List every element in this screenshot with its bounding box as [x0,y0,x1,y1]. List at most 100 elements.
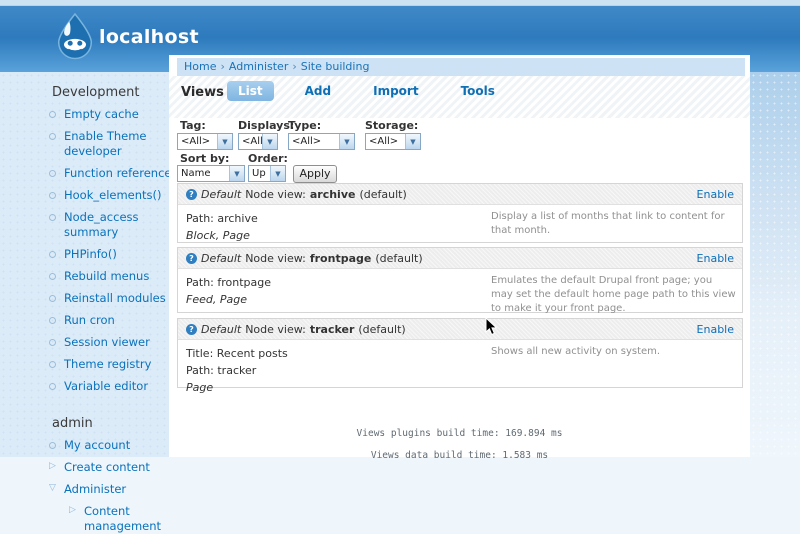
tab-import[interactable]: Import [362,81,429,101]
view-row-tracker: ? Default Node view: tracker (default) E… [177,318,743,394]
view-name: tracker [309,322,355,336]
list-item[interactable]: PHPinfo() [49,247,182,262]
view-name: frontpage [309,251,372,265]
sidebar-item-session-viewer[interactable]: Session viewer [64,335,150,349]
view-description: Shows all new activity on system. [491,346,661,357]
view-row-header: ? Default Node view: frontpage (default)… [178,248,742,269]
list-item[interactable]: Enable Theme developer [49,129,182,159]
circle-bullet-icon [49,192,56,199]
view-kind-label: Node view: [245,187,306,201]
circle-bullet-icon [49,251,56,258]
chevron-down-icon: ▼ [405,134,420,149]
order-value: Up [252,168,266,179]
view-kind-label: Node view: [245,251,306,265]
views-data-build-time: Views data build time: 1.583 ms [370,450,549,461]
type-filter-select[interactable]: <All> ▼ [288,133,355,150]
help-icon[interactable]: ? [186,188,197,200]
view-row-header: ? Default Node view: archive (default) E… [178,184,742,205]
tab-tools[interactable]: Tools [450,81,506,101]
sidebar-item-variable-editor[interactable]: Variable editor [64,379,148,393]
view-row-archive: ? Default Node view: archive (default) E… [177,183,743,243]
enable-link[interactable]: Enable [697,323,734,336]
list-item[interactable]: Function reference [49,166,182,181]
chevron-down-icon: ▼ [217,134,232,149]
sidebar: Development Empty cache Enable Theme dev… [0,72,171,533]
sidebar-item-run-cron[interactable]: Run cron [64,313,115,327]
sidebar-item-hook-elements[interactable]: Hook_elements() [64,188,162,202]
list-item[interactable]: Variable editor [49,379,182,394]
site-name: localhost [99,26,199,48]
circle-bullet-icon [49,170,56,177]
tag-filter-label: Tag: [180,119,206,132]
help-icon[interactable]: ? [186,323,197,335]
type-filter-label: Type: [288,119,322,132]
view-name: archive [309,187,356,201]
sidebar-item-my-account[interactable]: My account [64,438,130,452]
circle-bullet-icon [49,295,56,302]
view-type-label: Default [201,187,242,201]
list-item[interactable]: Empty cache [49,107,182,122]
list-item[interactable]: Node_access summary [49,210,182,240]
sidebar-item-phpinfo[interactable]: PHPinfo() [64,247,117,261]
sidebar-section-title-admin: admin [52,416,93,431]
storage-filter-select[interactable]: <All> ▼ [365,133,421,150]
circle-bullet-icon [49,339,56,346]
view-name-suffix: (default) [375,251,423,265]
list-item[interactable]: Hook_elements() [49,188,182,203]
list-item[interactable]: Run cron [49,313,182,328]
sidebar-item-function-reference[interactable]: Function reference [64,166,171,180]
breadcrumb-home[interactable]: Home [184,60,216,73]
enable-link[interactable]: Enable [697,188,734,201]
list-item[interactable]: Reinstall modules [49,291,182,306]
list-item[interactable]: ▷ Content management [69,504,172,534]
sort-by-label: Sort by: [180,152,230,165]
views-plugins-build-time: Views plugins build time: 169.894 ms [356,428,563,439]
sidebar-item-theme-registry[interactable]: Theme registry [64,357,151,371]
sidebar-item-reinstall-modules[interactable]: Reinstall modules [64,291,166,305]
list-item[interactable]: My account [49,438,182,453]
breadcrumb-site-building[interactable]: Site building [301,60,370,73]
list-item[interactable]: ▽ Administer ▷ Content management [49,482,182,534]
sidebar-submenu-administer: ▷ Content management [64,504,182,534]
tab-list[interactable]: List [227,81,274,101]
storage-filter-label: Storage: [365,119,419,132]
enable-link[interactable]: Enable [697,252,734,265]
view-row-header: ? Default Node view: tracker (default) E… [178,319,742,340]
list-item[interactable]: Theme registry [49,357,182,372]
content-panel: Home › Administer › Site building Views List… [169,55,750,461]
sidebar-item-rebuild-menus[interactable]: Rebuild menus [64,269,149,283]
displays-filter-value: <All> [242,136,262,147]
view-row-frontpage: ? Default Node view: frontpage (default)… [177,247,743,314]
list-item[interactable]: Rebuild menus [49,269,182,284]
expanded-arrow-icon: ▽ [49,483,56,493]
sidebar-item-empty-cache[interactable]: Empty cache [64,107,139,121]
sidebar-item-node-access-summary[interactable]: Node_access summary [64,210,139,239]
sort-by-select[interactable]: Name ▼ [177,165,245,182]
sidebar-item-enable-theme-developer[interactable]: Enable Theme developer [64,129,147,158]
circle-bullet-icon [49,383,56,390]
sidebar-section-title-development: Development [52,85,140,100]
breadcrumb-administer[interactable]: Administer [229,60,288,73]
tab-add[interactable]: Add [294,81,342,101]
help-icon[interactable]: ? [186,252,197,264]
view-name-suffix: (default) [359,187,407,201]
order-select[interactable]: Up ▼ [248,165,286,182]
circle-bullet-icon [49,442,56,449]
sidebar-item-administer[interactable]: Administer [64,482,126,496]
view-displays: Page [186,381,214,394]
sidebar-item-content-management[interactable]: Content management [84,504,161,533]
chevron-down-icon: ▼ [229,166,244,181]
breadcrumb: Home › Administer › Site building [177,58,745,76]
displays-filter-select[interactable]: <All> ▼ [238,133,278,150]
circle-bullet-icon [49,133,56,140]
sidebar-menu-development: Empty cache Enable Theme developer Funct… [0,107,171,394]
collapsed-arrow-icon: ▷ [69,505,76,515]
apply-button[interactable]: Apply [293,165,337,183]
list-item[interactable]: Session viewer [49,335,182,350]
sidebar-item-create-content[interactable]: Create content [64,460,150,474]
tag-filter-select[interactable]: <All> ▼ [177,133,233,150]
chevron-down-icon: ▼ [262,134,277,149]
right-background [750,72,800,457]
view-description: Emulates the default Drupal front page; … [491,275,736,314]
list-item[interactable]: ▷ Create content [49,460,182,475]
